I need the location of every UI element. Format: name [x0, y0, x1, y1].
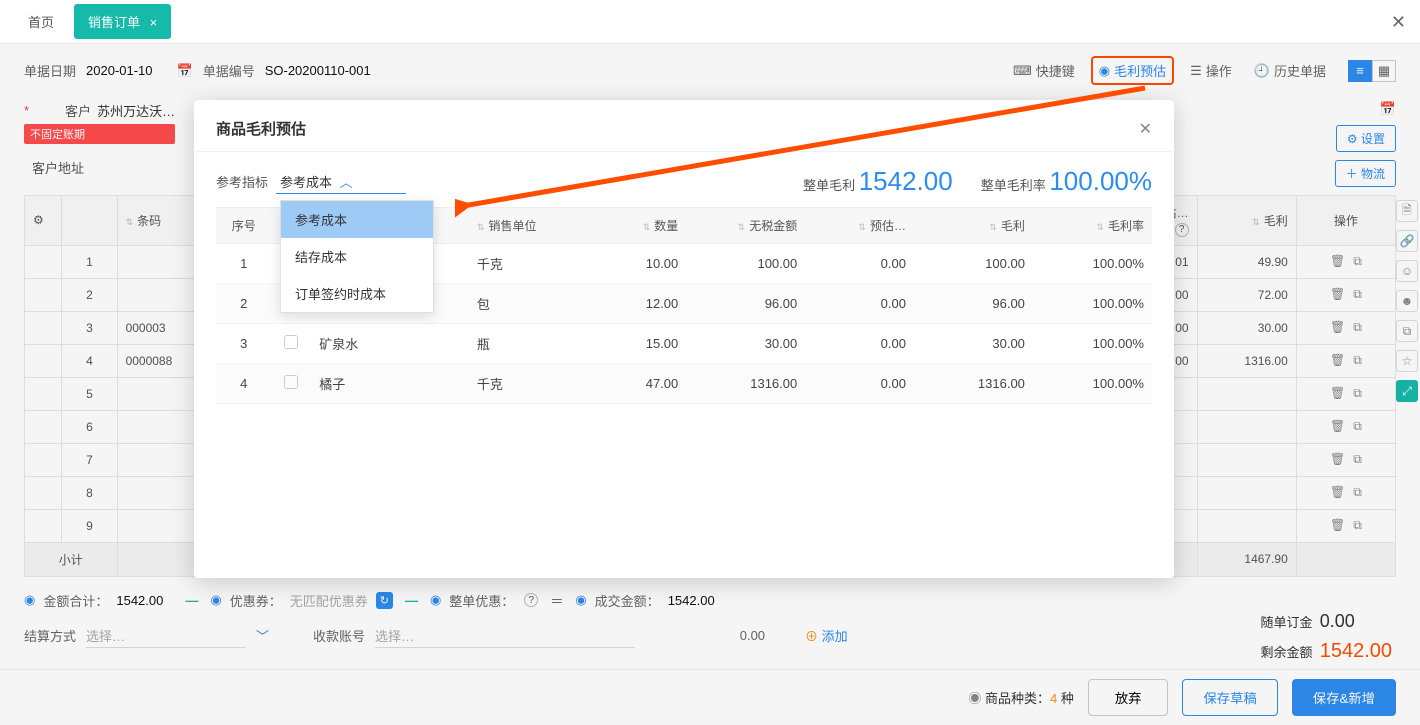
- dropdown-option-reference-cost[interactable]: 参考成本: [281, 201, 433, 238]
- mcol-rate[interactable]: ⇅毛利率: [1033, 208, 1152, 244]
- mcell-seq: 4: [216, 364, 271, 404]
- mcell-profit: 96.00: [914, 284, 1033, 324]
- total-profit-value: 1542.00: [859, 166, 953, 196]
- mcell-seq: 1: [216, 244, 271, 284]
- mcell-rate: 100.00%: [1033, 244, 1152, 284]
- mcell-profit: 100.00: [914, 244, 1033, 284]
- mcell-est: 0.00: [805, 324, 914, 364]
- profit-estimate-modal: 商品毛利预估 ✕ 参考指标 参考成本 ︿ 整单毛利 1542.00 整单毛利率 …: [194, 100, 1174, 578]
- mcell-qty: 47.00: [577, 364, 686, 404]
- mcell-unit: 包: [469, 284, 578, 324]
- mcol-qty-label: 数量: [654, 219, 678, 233]
- mcell-name: 矿泉水: [311, 324, 469, 364]
- mcell-profit: 30.00: [914, 324, 1033, 364]
- tabs-close-all-icon[interactable]: ✕: [1391, 12, 1406, 33]
- dropdown-option-balance-cost[interactable]: 结存成本: [281, 238, 433, 275]
- mcol-seq: 序号: [216, 208, 271, 244]
- tab-sales-order[interactable]: 销售订单 ×: [74, 4, 171, 39]
- dropdown-option-contract-cost[interactable]: 订单签约时成本: [281, 275, 433, 312]
- row-checkbox[interactable]: [284, 335, 298, 349]
- mcell-est: 0.00: [805, 244, 914, 284]
- ref-indicator-dropdown: 参考成本 结存成本 订单签约时成本: [280, 200, 434, 313]
- total-profit-label: 整单毛利: [803, 178, 855, 193]
- mcell-rate: 100.00%: [1033, 284, 1152, 324]
- modal-summary: 整单毛利 1542.00 整单毛利率 100.00%: [803, 166, 1152, 197]
- mcol-amount[interactable]: ⇅无税金额: [686, 208, 805, 244]
- mcell-profit: 1316.00: [914, 364, 1033, 404]
- mcell-amount: 96.00: [686, 284, 805, 324]
- mcell-rate: 100.00%: [1033, 324, 1152, 364]
- modal-table-row[interactable]: 3矿泉水瓶15.0030.000.0030.00100.00%: [216, 324, 1152, 364]
- chevron-up-icon: ︿: [340, 175, 353, 190]
- mcell-unit: 千克: [469, 364, 578, 404]
- modal-table-row[interactable]: 4橘子千克47.001316.000.001316.00100.00%: [216, 364, 1152, 404]
- mcell-seq: 2: [216, 284, 271, 324]
- mcell-rate: 100.00%: [1033, 364, 1152, 404]
- total-rate-label: 整单毛利率: [981, 178, 1046, 193]
- mcol-qty[interactable]: ⇅数量: [577, 208, 686, 244]
- row-checkbox[interactable]: [284, 375, 298, 389]
- modal-header: 商品毛利预估 ✕: [194, 100, 1174, 152]
- modal-topbar: 参考指标 参考成本 ︿ 整单毛利 1542.00 整单毛利率 100.00%: [194, 152, 1174, 207]
- ref-indicator-label: 参考指标: [216, 172, 268, 191]
- total-rate-value: 100.00%: [1049, 166, 1152, 196]
- mcol-unit-label: 销售单位: [488, 219, 536, 233]
- mcell-amount: 1316.00: [686, 364, 805, 404]
- tab-home[interactable]: 首页: [16, 12, 66, 31]
- mcell-amount: 100.00: [686, 244, 805, 284]
- mcol-unit[interactable]: ⇅销售单位: [469, 208, 578, 244]
- modal-title: 商品毛利预估: [216, 118, 306, 139]
- mcell-unit: 千克: [469, 244, 578, 284]
- mcell-est: 0.00: [805, 364, 914, 404]
- ref-indicator-select[interactable]: 参考成本 ︿: [276, 170, 406, 194]
- mcell-amount: 30.00: [686, 324, 805, 364]
- mcol-profit-label: 毛利: [1001, 219, 1025, 233]
- tab-close-icon[interactable]: ×: [150, 15, 158, 30]
- mcol-rate-label: 毛利率: [1108, 219, 1144, 233]
- mcol-profit[interactable]: ⇅毛利: [914, 208, 1033, 244]
- mcell-qty: 10.00: [577, 244, 686, 284]
- mcell-est: 0.00: [805, 284, 914, 324]
- mcell-name: 橘子: [311, 364, 469, 404]
- tabs-bar: 首页 销售订单 × ✕: [0, 0, 1420, 44]
- modal-close-icon[interactable]: ✕: [1139, 119, 1152, 139]
- mcell-qty: 15.00: [577, 324, 686, 364]
- tab-sales-order-label: 销售订单: [88, 15, 140, 30]
- mcell-qty: 12.00: [577, 284, 686, 324]
- mcol-est[interactable]: ⇅预估…: [805, 208, 914, 244]
- mcol-est-label: 预估…: [870, 219, 906, 233]
- mcell-unit: 瓶: [469, 324, 578, 364]
- ref-indicator-value: 参考成本: [280, 175, 332, 190]
- mcol-amount-label: 无税金额: [749, 219, 797, 233]
- mcell-seq: 3: [216, 324, 271, 364]
